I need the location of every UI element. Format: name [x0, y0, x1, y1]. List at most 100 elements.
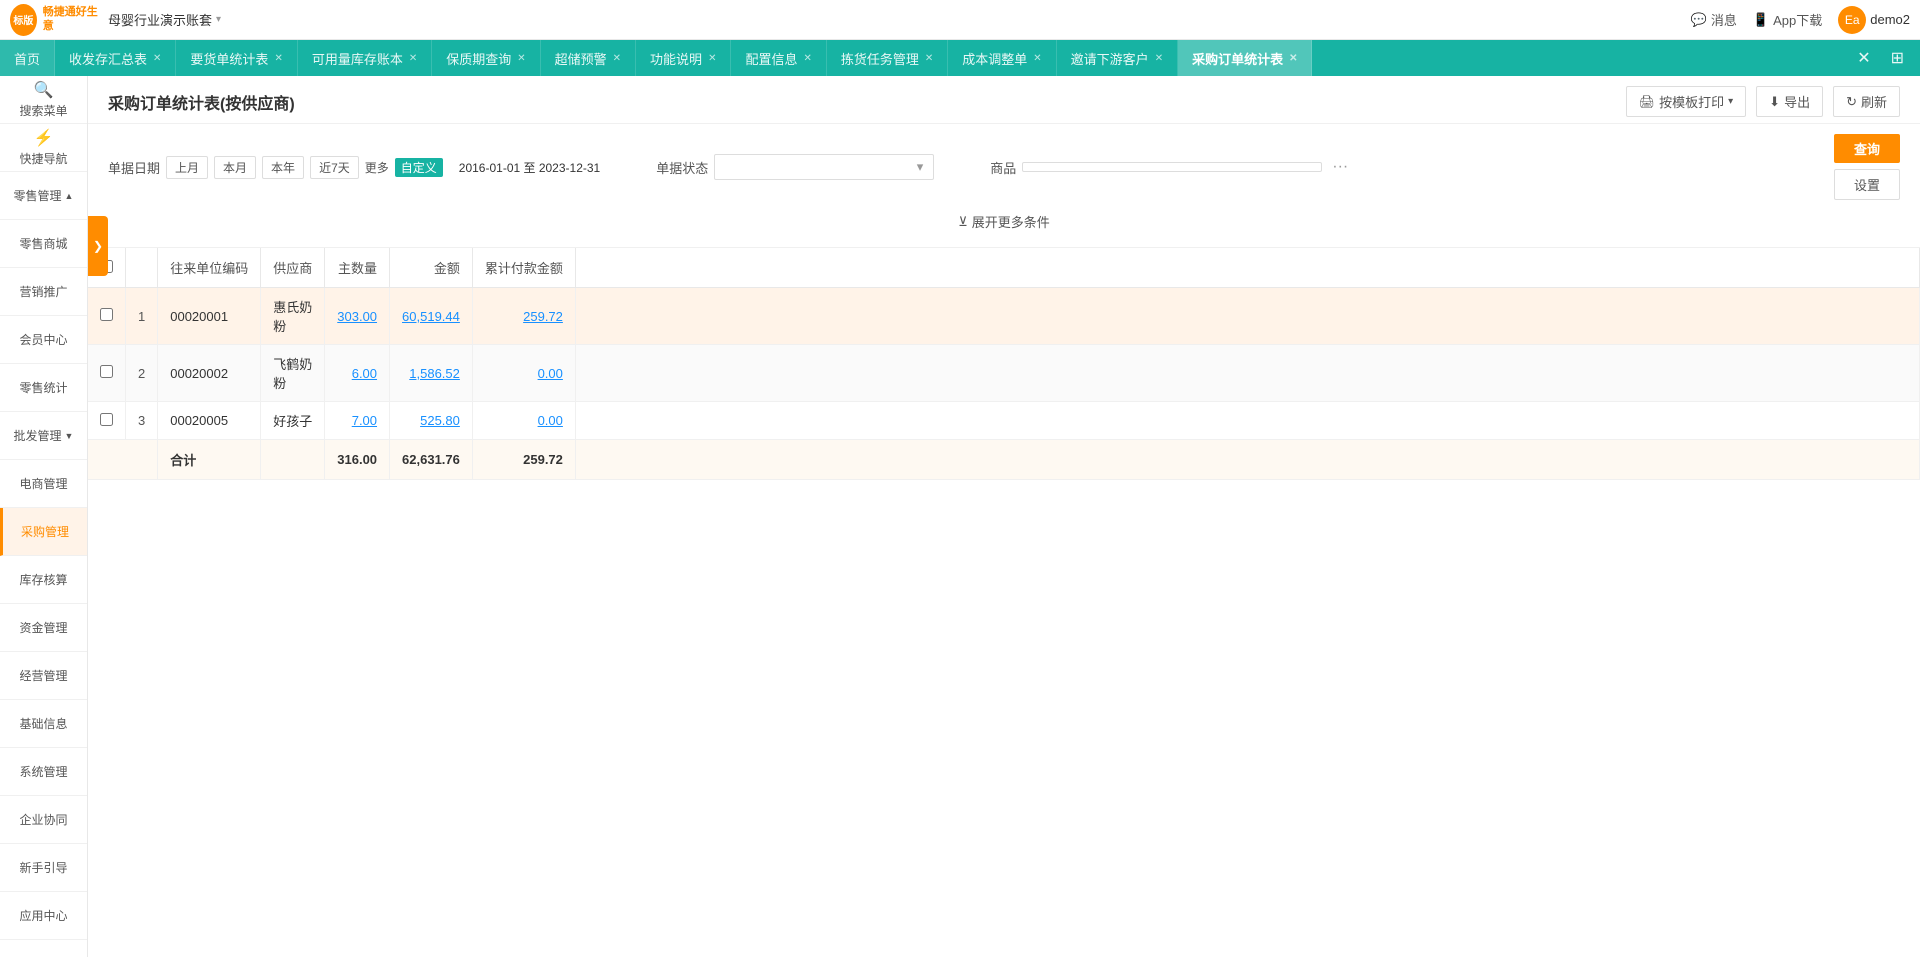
- tab-collections[interactable]: 收发存汇总表 ✕: [55, 40, 176, 76]
- sidebar-item-enterprise[interactable]: 企业协同: [0, 796, 87, 844]
- sidebar-item-label: 采购管理: [21, 523, 69, 540]
- th-paid-amount: 累计付款金额: [472, 248, 575, 288]
- row-quantity: 7.00: [325, 402, 390, 440]
- tab-purchase-summary[interactable]: 采购订单统计表 ✕: [1178, 40, 1312, 76]
- tab-warranty-query[interactable]: 保质期查询 ✕: [432, 40, 540, 76]
- sidebar-item-wholesale[interactable]: 批发管理 ▼: [0, 412, 87, 460]
- date-more[interactable]: 更多: [365, 159, 389, 176]
- close-icon[interactable]: ✕: [613, 53, 621, 64]
- row-unit-code: 00020001: [158, 288, 261, 345]
- tab-purchase-order-stats[interactable]: 要货单统计表 ✕: [176, 40, 297, 76]
- th-empty: [575, 248, 1919, 288]
- top-bar: 标版 畅捷通好生意 母婴行业演示账套 ▾ 💬 消息 📱 App下载 Ea dem…: [0, 0, 1920, 40]
- sidebar-item-basic-info[interactable]: 基础信息: [0, 700, 87, 748]
- date-this-month[interactable]: 本月: [214, 156, 256, 179]
- close-icon[interactable]: ✕: [803, 53, 811, 64]
- row-checkbox[interactable]: [88, 402, 126, 440]
- close-tab-button[interactable]: ✕: [1851, 46, 1876, 70]
- sidebar-item-newbie[interactable]: 新手引导: [0, 844, 87, 892]
- top-right-actions: 💬 消息 📱 App下载 Ea demo2: [1691, 6, 1910, 34]
- sidebar-item-wechat[interactable]: 企业微信: [0, 940, 87, 957]
- footer-label: 合计: [158, 440, 261, 480]
- tab-overstock-warning[interactable]: 超储预警 ✕: [541, 40, 636, 76]
- row-checkbox[interactable]: [88, 288, 126, 345]
- date-filter: 单据日期 上月 本月 本年 近7天 更多 自定义: [108, 156, 443, 179]
- sidebar-item-retail-shop[interactable]: 零售商城: [0, 220, 87, 268]
- tab-function-guide[interactable]: 功能说明 ✕: [636, 40, 731, 76]
- close-icon[interactable]: ✕: [925, 53, 933, 64]
- expand-more-button[interactable]: ⊻ 展开更多条件: [958, 206, 1050, 237]
- chevron-down-icon: ▼: [65, 431, 74, 441]
- close-icon[interactable]: ✕: [708, 53, 716, 64]
- date-last-month[interactable]: 上月: [166, 156, 208, 179]
- sidebar-item-inventory[interactable]: 库存核算: [0, 556, 87, 604]
- purchase-summary-table: 往来单位编码 供应商 主数量 金额 累计付款金额: [88, 248, 1920, 480]
- date-this-year[interactable]: 本年: [262, 156, 304, 179]
- tab-label: 配置信息: [745, 49, 797, 68]
- close-icon[interactable]: ✕: [1155, 53, 1163, 64]
- close-icon[interactable]: ✕: [153, 53, 161, 64]
- filter-row-1: 单据日期 上月 本月 本年 近7天 更多 自定义 2016-01-01 至 20…: [108, 134, 1900, 200]
- query-button[interactable]: 查询: [1834, 134, 1900, 163]
- sidebar-item-retail-mgmt[interactable]: 零售管理 ▲: [0, 172, 87, 220]
- chevron-right-icon: ❯: [93, 239, 103, 253]
- close-icon[interactable]: ✕: [274, 53, 282, 64]
- date-7days[interactable]: 近7天: [310, 156, 359, 179]
- date-range-display: 2016-01-01 至 2023-12-31: [459, 159, 600, 176]
- export-button[interactable]: ⬇ 导出: [1756, 86, 1823, 117]
- row-checkbox[interactable]: [88, 345, 126, 402]
- footer-supplier-empty: [261, 440, 325, 480]
- sidebar-item-search[interactable]: 🔍 搜索菜单: [0, 76, 87, 124]
- tab-available-stock[interactable]: 可用量库存账本 ✕: [298, 40, 432, 76]
- sidebar-item-label: 应用中心: [19, 907, 67, 924]
- main-content: 采购订单统计表(按供应商) 🖨 按模板打印 ▾ ⬇ 导出 ↻ 刷新: [88, 76, 1920, 957]
- sidebar-collapse-button[interactable]: ❯: [88, 216, 108, 276]
- refresh-button[interactable]: ↻ 刷新: [1833, 86, 1900, 117]
- more-filter-icon[interactable]: ···: [1332, 158, 1348, 176]
- tab-label: 成本调整单: [962, 49, 1027, 68]
- chevron-down-icon: ⊻: [958, 214, 968, 230]
- row-amount: 60,519.44: [390, 288, 473, 345]
- tab-config[interactable]: 配置信息 ✕: [731, 40, 826, 76]
- maximize-button[interactable]: ⊞: [1885, 46, 1910, 70]
- tab-pick-task[interactable]: 拣货任务管理 ✕: [827, 40, 948, 76]
- row-end: [575, 288, 1919, 345]
- workspace-selector[interactable]: 母婴行业演示账套 ▾: [98, 6, 1691, 33]
- sidebar-item-app-center[interactable]: 应用中心: [0, 892, 87, 940]
- sidebar-item-purchase[interactable]: 采购管理: [0, 508, 87, 556]
- sidebar-item-label: 零售管理: [14, 187, 62, 204]
- tab-home[interactable]: 首页: [0, 40, 55, 76]
- download-icon: 📱: [1753, 12, 1769, 28]
- row-unit-code: 00020002: [158, 345, 261, 402]
- sidebar-item-system[interactable]: 系统管理: [0, 748, 87, 796]
- tab-label: 保质期查询: [446, 49, 511, 68]
- sidebar-item-marketing[interactable]: 营销推广: [0, 268, 87, 316]
- settings-button[interactable]: 设置: [1834, 169, 1900, 200]
- main-layout: 🔍 搜索菜单 ⚡ 快捷导航 零售管理 ▲ 零售商城 营销推广 会员中心 零售统计…: [0, 76, 1920, 957]
- sidebar-item-nav[interactable]: ⚡ 快捷导航: [0, 124, 87, 172]
- close-icon[interactable]: ✕: [517, 53, 525, 64]
- tab-cost-adjust[interactable]: 成本调整单 ✕: [948, 40, 1056, 76]
- sidebar-item-retail-stats[interactable]: 零售统计: [0, 364, 87, 412]
- close-icon[interactable]: ✕: [1033, 53, 1041, 64]
- app-download-button[interactable]: 📱 App下载: [1753, 10, 1822, 29]
- lightning-icon: ⚡: [34, 128, 54, 148]
- tab-label: 采购订单统计表: [1192, 49, 1283, 68]
- print-template-button[interactable]: 🖨 按模板打印 ▾: [1626, 86, 1747, 117]
- tabs-end-actions: ✕ ⊞: [1851, 46, 1920, 70]
- table-row: 1 00020001 惠氏奶粉 303.00 60,519.44 259.72: [88, 288, 1920, 345]
- message-button[interactable]: 💬 消息: [1691, 10, 1737, 29]
- sidebar-item-member[interactable]: 会员中心: [0, 316, 87, 364]
- user-profile[interactable]: Ea demo2: [1838, 6, 1910, 34]
- close-icon[interactable]: ✕: [409, 53, 417, 64]
- close-icon[interactable]: ✕: [1289, 53, 1297, 64]
- tab-home-label: 首页: [14, 49, 40, 68]
- status-select[interactable]: ▾: [714, 154, 934, 180]
- sidebar-item-finance[interactable]: 资金管理: [0, 604, 87, 652]
- goods-input[interactable]: [1022, 162, 1322, 172]
- sidebar-item-operations[interactable]: 经营管理: [0, 652, 87, 700]
- avatar: Ea: [1838, 6, 1866, 34]
- status-label: 单据状态: [656, 158, 708, 177]
- tab-invite-downstream[interactable]: 邀请下游客户 ✕: [1057, 40, 1178, 76]
- sidebar-item-ecommerce[interactable]: 电商管理: [0, 460, 87, 508]
